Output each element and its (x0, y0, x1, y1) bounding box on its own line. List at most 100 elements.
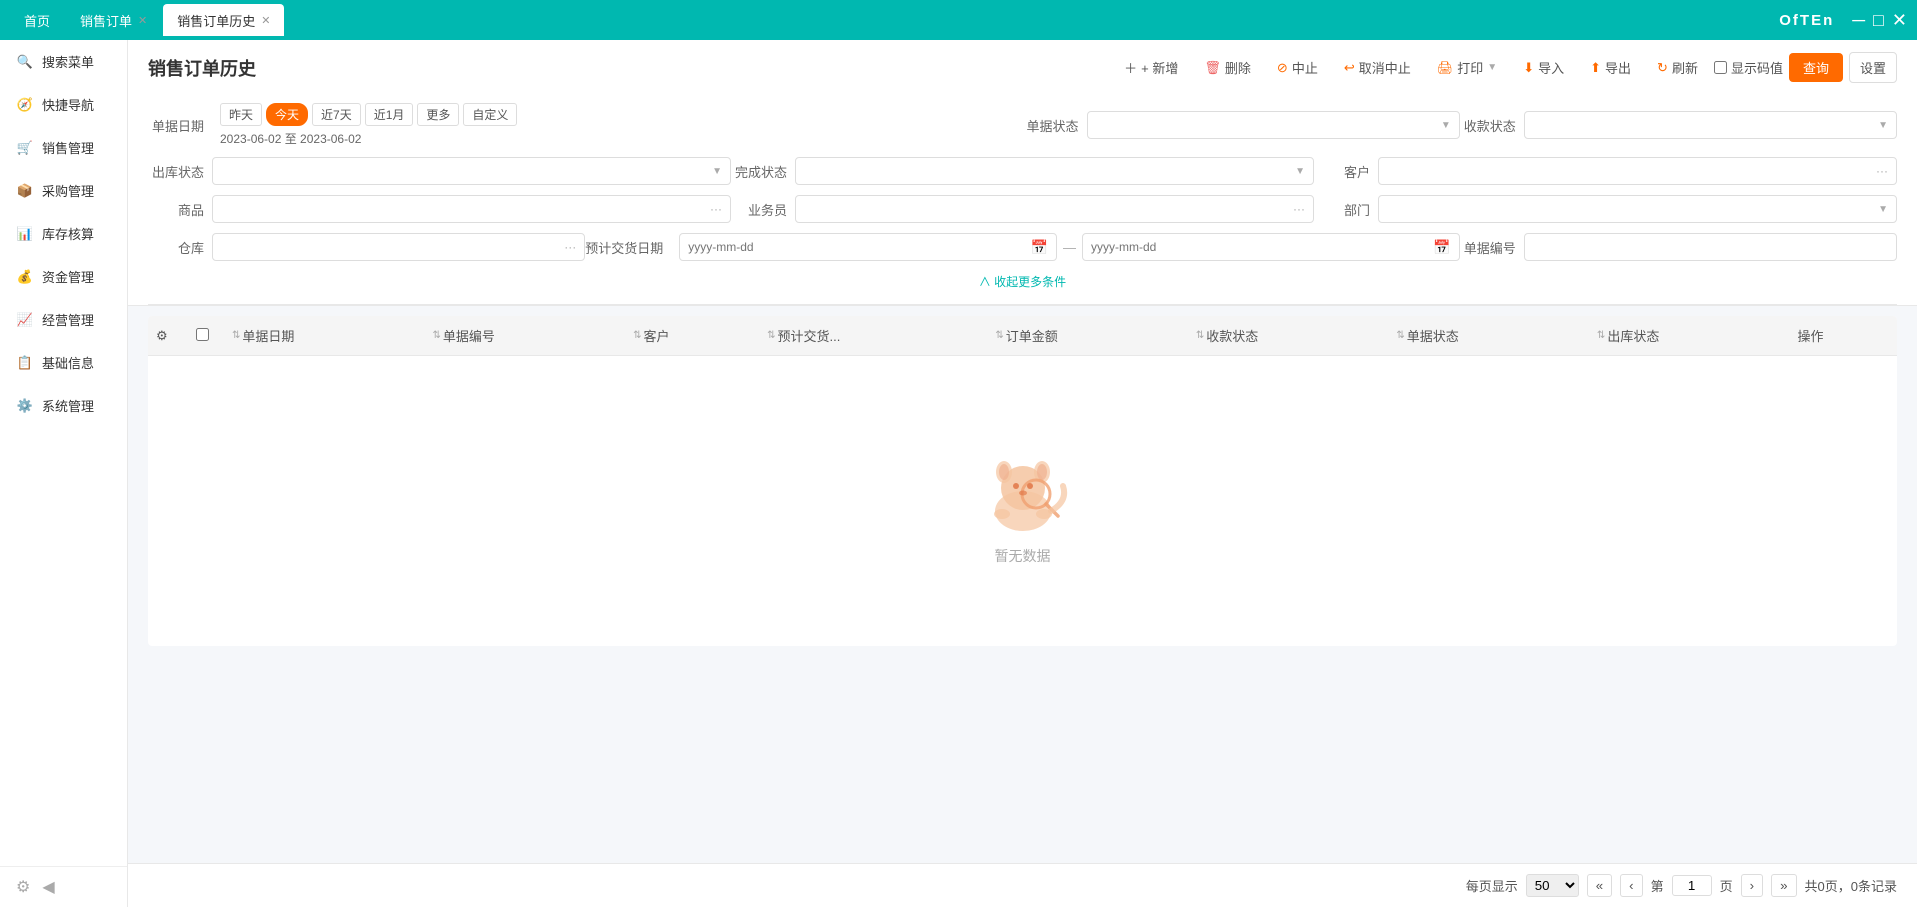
delete-button[interactable]: 🗑 删除 (1194, 53, 1261, 82)
sidebar-item-search-menu[interactable]: 🔍 搜索菜单 (0, 40, 127, 83)
date-1month-btn[interactable]: 近1月 (365, 103, 414, 126)
sidebar-item-base-info-label: 基础信息 (42, 353, 94, 372)
th-doc-status[interactable]: ⇅ 单据状态 (1388, 316, 1589, 356)
customer-ellipsis: ··· (1876, 164, 1888, 178)
sidebar-gear-icon[interactable]: ⚙ (16, 877, 30, 897)
delivery-date-from-input[interactable] (688, 240, 1026, 254)
goods-control[interactable]: ··· (212, 195, 731, 223)
delivery-date-from-control[interactable]: 📅 (679, 233, 1057, 261)
filter-date: 单据日期 昨天 今天 近7天 近1月 更多 自定义 2023-06-02 至 2… (148, 103, 1023, 147)
date-yesterday-btn[interactable]: 昨天 (220, 103, 262, 126)
out-status-label: 出库状态 (148, 162, 204, 181)
first-page-button[interactable]: « (1587, 874, 1612, 897)
doc-no-input[interactable] (1533, 240, 1888, 255)
filter-row-2: 出库状态 ▼ 完成状态 ▼ 客户 (148, 157, 1897, 185)
print-button[interactable]: 🖨 打印 ▼ (1427, 53, 1507, 82)
payment-status-label: 收款状态 (1460, 116, 1516, 135)
export-button[interactable]: ⬆ 导出 (1580, 53, 1641, 82)
prev-page-button[interactable]: ‹ (1620, 874, 1642, 897)
sidebar-item-purchase-mgmt[interactable]: 📦 采购管理 (0, 169, 127, 212)
sidebar-item-sys-mgmt[interactable]: ⚙️ 系统管理 (0, 384, 127, 427)
show-cols-checkbox-wrap[interactable]: 显示码值 (1714, 58, 1783, 77)
th-out-status[interactable]: ⇅ 出库状态 (1589, 316, 1790, 356)
stop-button[interactable]: ⊘ 中止 (1267, 53, 1328, 82)
refresh-button[interactable]: ↻ 刷新 (1647, 53, 1708, 82)
close-window-icon[interactable]: ✕ (1892, 10, 1907, 31)
date-custom-btn[interactable]: 自定义 (463, 103, 517, 126)
tab-sales-order[interactable]: 销售订单 ✕ (66, 4, 161, 36)
minimize-icon[interactable]: ─ (1852, 10, 1865, 31)
doc-status-arrow: ▼ (1441, 120, 1451, 131)
sidebar-item-fund-mgmt[interactable]: 💰 资金管理 (0, 255, 127, 298)
calendar-to-icon: 📅 (1433, 239, 1450, 256)
sidebar-item-inventory[interactable]: 📊 库存核算 (0, 212, 127, 255)
box-icon: 📊 (16, 225, 34, 243)
date-more-btn[interactable]: 更多 (417, 103, 459, 126)
sidebar-item-quick-nav[interactable]: 🧭 快捷导航 (0, 83, 127, 126)
sidebar-item-base-info[interactable]: 📋 基础信息 (0, 341, 127, 384)
collapse-row[interactable]: ∧ 收起更多条件 (148, 269, 1897, 294)
import-button[interactable]: ⬇ 导入 (1513, 53, 1574, 82)
sidebar: 🔍 搜索菜单 🧭 快捷导航 🛒 销售管理 📦 采购管理 📊 库存核算 💰 资金管… (0, 40, 128, 907)
tab-home[interactable]: 首页 (10, 4, 64, 36)
filter-warehouse: 仓库 ··· (148, 233, 585, 261)
customer-control[interactable]: ··· (1378, 157, 1897, 185)
select-all-checkbox[interactable] (196, 328, 209, 341)
out-status-control[interactable]: ▼ (212, 157, 731, 185)
th-checkbox[interactable] (188, 316, 224, 356)
show-cols-checkbox[interactable] (1714, 61, 1727, 74)
dept-control[interactable]: ▼ (1378, 195, 1897, 223)
date-label: 单据日期 (148, 116, 204, 135)
dept-label: 部门 (1314, 200, 1370, 219)
sort-icon-doc-no: ⇅ (433, 330, 441, 341)
settings-button[interactable]: 设置 (1849, 52, 1897, 83)
th-delivery-date[interactable]: ⇅ 预计交货... (759, 316, 987, 356)
query-button[interactable]: 查询 (1789, 53, 1843, 82)
date-today-btn[interactable]: 今天 (266, 103, 308, 126)
th-doc-date[interactable]: ⇅ 单据日期 (224, 316, 425, 356)
date-filter-buttons: 昨天 今天 近7天 近1月 更多 自定义 (220, 103, 517, 126)
warehouse-control[interactable]: ··· (212, 233, 585, 261)
salesman-label: 业务员 (731, 200, 787, 219)
filter-salesman: 业务员 ··· (731, 195, 1314, 223)
filter-row-1: 单据日期 昨天 今天 近7天 近1月 更多 自定义 2023-06-02 至 2… (148, 103, 1897, 147)
th-doc-no[interactable]: ⇅ 单据编号 (425, 316, 626, 356)
doc-status-control[interactable]: ▼ (1087, 111, 1460, 139)
date-7days-btn[interactable]: 近7天 (312, 103, 361, 126)
sidebar-item-biz-mgmt[interactable]: 📈 经营管理 (0, 298, 127, 341)
table-body: 暂无数据 (148, 356, 1897, 647)
payment-status-control[interactable]: ▼ (1524, 111, 1897, 139)
cancel-stop-button[interactable]: ↩ 取消中止 (1334, 53, 1421, 82)
sidebar-item-purchase-mgmt-label: 采购管理 (42, 181, 94, 200)
last-page-button[interactable]: » (1771, 874, 1796, 897)
th-customer[interactable]: ⇅ 客户 (625, 316, 759, 356)
filter-dept: 部门 ▼ (1314, 195, 1897, 223)
filter-row-3: 商品 ··· 业务员 ··· 部门 (148, 195, 1897, 223)
page-number-input[interactable] (1672, 875, 1712, 896)
th-order-amount[interactable]: ⇅ 订单金额 (987, 316, 1188, 356)
print-icon: 🖨 (1437, 60, 1454, 76)
toolbar: ＋ + 新增 🗑 删除 ⊘ 中止 ↩ 取消中止 (1114, 52, 1897, 83)
settings-gear-icon: ⚙ (156, 328, 168, 343)
per-page-select[interactable]: 50 10 20 100 (1526, 874, 1579, 897)
page-label: 第 (1651, 876, 1664, 895)
package-icon: 📦 (16, 182, 34, 200)
tab-sales-order-close[interactable]: ✕ (138, 14, 147, 27)
refresh-icon: ↻ (1657, 60, 1668, 76)
salesman-control[interactable]: ··· (795, 195, 1314, 223)
th-settings[interactable]: ⚙ (148, 316, 188, 356)
doc-no-control[interactable] (1524, 233, 1897, 261)
sidebar-collapse-icon[interactable]: ◀ (42, 877, 54, 897)
delivery-date-to-control[interactable]: 📅 (1082, 233, 1460, 261)
next-page-button[interactable]: › (1741, 874, 1763, 897)
complete-status-control[interactable]: ▼ (795, 157, 1314, 185)
tab-sales-order-history-close[interactable]: ✕ (261, 14, 270, 27)
maximize-icon[interactable]: □ (1873, 10, 1884, 31)
new-button[interactable]: ＋ + 新增 (1114, 53, 1188, 82)
th-payment-status[interactable]: ⇅ 收款状态 (1188, 316, 1389, 356)
sidebar-item-sales-mgmt[interactable]: 🛒 销售管理 (0, 126, 127, 169)
delivery-date-to-input[interactable] (1091, 240, 1429, 254)
tab-sales-order-history[interactable]: 销售订单历史 ✕ (163, 4, 284, 36)
sort-icon-doc-status: ⇅ (1396, 330, 1404, 341)
filter-customer: 客户 ··· (1314, 157, 1897, 185)
